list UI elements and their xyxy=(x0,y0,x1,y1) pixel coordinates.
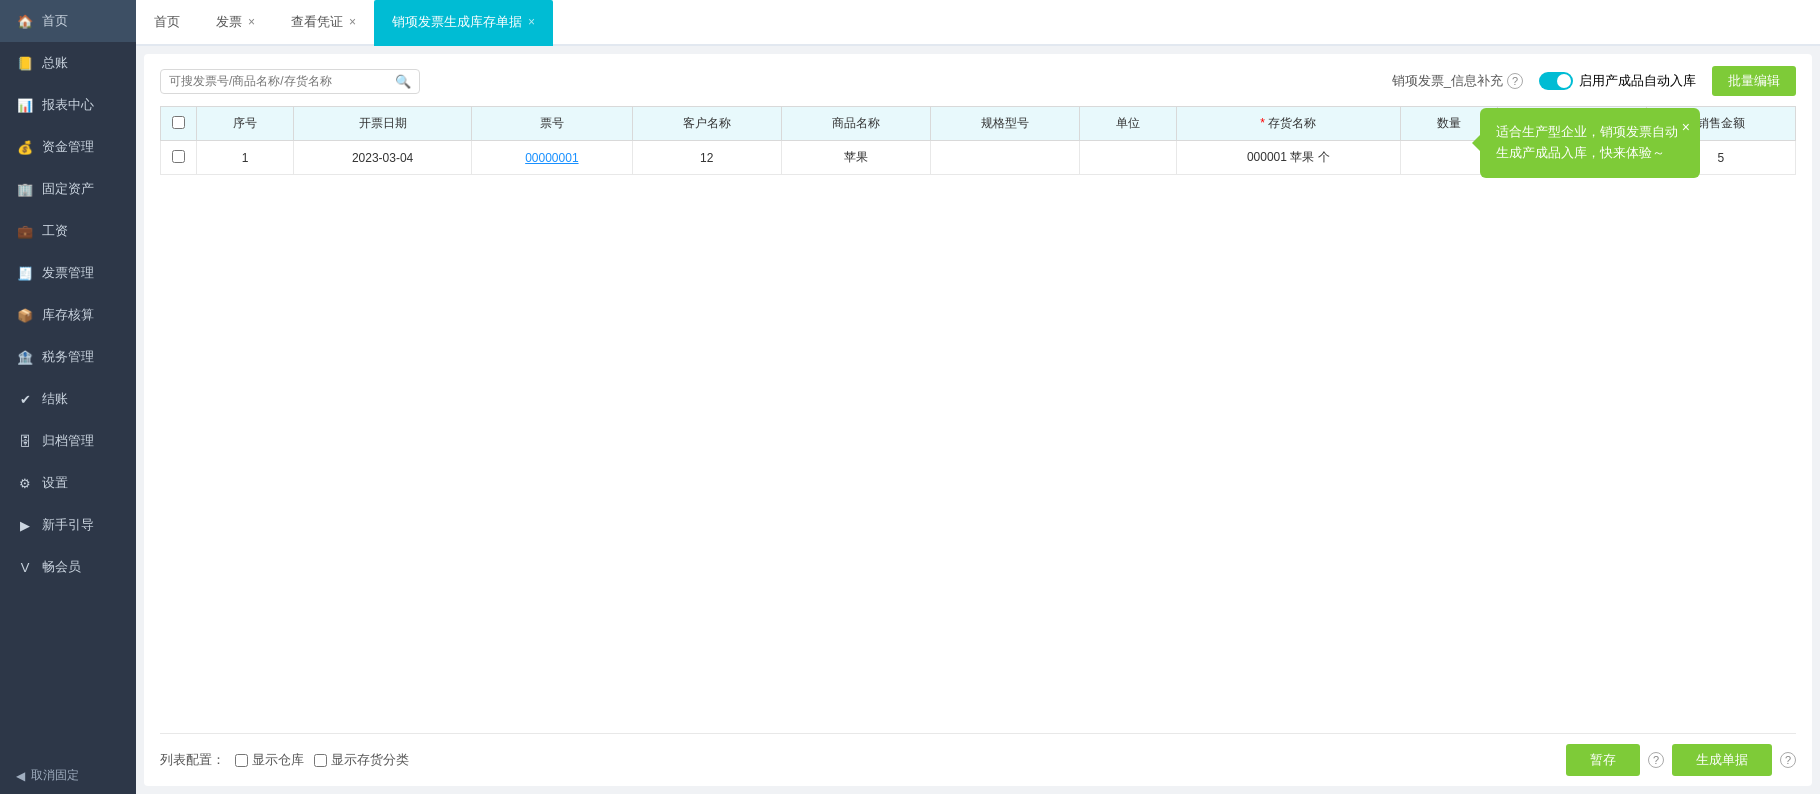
sidebar-item-fund[interactable]: 💰 资金管理 xyxy=(0,126,136,168)
list-config: 列表配置： 显示仓库 显示存货分类 xyxy=(160,751,409,769)
row-date: 2023-03-04 xyxy=(294,141,472,175)
info-help-icon[interactable]: ? xyxy=(1507,73,1523,89)
ticket-link[interactable]: 00000001 xyxy=(525,151,578,165)
show-inventory-category-checkbox[interactable]: 显示存货分类 xyxy=(314,751,409,769)
tab-home[interactable]: 首页 xyxy=(136,0,198,46)
sidebar: 🏠 首页 📒 总账 📊 报表中心 💰 资金管理 🏢 固定资产 💼 工资 🧾 发票… xyxy=(0,0,136,794)
col-unit: 单位 xyxy=(1079,107,1176,141)
sidebar-item-close-account[interactable]: ✔ 结账 xyxy=(0,378,136,420)
row-unit xyxy=(1079,141,1176,175)
sidebar-item-archive[interactable]: 🗄 归档管理 xyxy=(0,420,136,462)
report-icon: 📊 xyxy=(16,96,34,114)
auto-warehouse-toggle[interactable] xyxy=(1539,72,1573,90)
sidebar-item-tax[interactable]: 🏦 税务管理 xyxy=(0,336,136,378)
sidebar-item-invoice[interactable]: 🧾 发票管理 xyxy=(0,252,136,294)
sidebar-item-member[interactable]: V 畅会员 xyxy=(0,546,136,588)
sidebar-item-ledger[interactable]: 📒 总账 xyxy=(0,42,136,84)
sidebar-item-inventory[interactable]: 📦 库存核算 xyxy=(0,294,136,336)
search-input[interactable] xyxy=(169,74,389,88)
col-inventory-name: * 存货名称 xyxy=(1176,107,1400,141)
inventory-icon: 📦 xyxy=(16,306,34,324)
settings-icon: ⚙ xyxy=(16,474,34,492)
row-checkbox-cell xyxy=(161,141,197,175)
show-warehouse-checkbox[interactable]: 显示仓库 xyxy=(235,751,304,769)
col-product-name: 商品名称 xyxy=(781,107,930,141)
tab-inventory-doc-close[interactable]: × xyxy=(528,15,535,29)
sidebar-item-salary[interactable]: 💼 工资 xyxy=(0,210,136,252)
topbar: 🔍 销项发票_信息补充 ? 启用产成品自动入库 批量编辑 xyxy=(160,66,1796,96)
generate-help-icon[interactable]: ? xyxy=(1780,752,1796,768)
row-inventory-name: 000001 苹果 个 xyxy=(1176,141,1400,175)
sidebar-item-report[interactable]: 📊 报表中心 xyxy=(0,84,136,126)
sidebar-pin-toggle[interactable]: ◀ 取消固定 xyxy=(0,757,136,794)
tab-bar: 首页 发票 × 查看凭证 × 销项发票生成库存单据 × xyxy=(136,0,1820,46)
sidebar-item-guide[interactable]: ▶ 新手引导 xyxy=(0,504,136,546)
tooltip-close-button[interactable]: × xyxy=(1682,116,1690,138)
asset-icon: 🏢 xyxy=(16,180,34,198)
col-date: 开票日期 xyxy=(294,107,472,141)
col-customer: 客户名称 xyxy=(632,107,781,141)
batch-edit-button[interactable]: 批量编辑 xyxy=(1712,66,1796,96)
row-seq: 1 xyxy=(197,141,294,175)
row-checkbox[interactable] xyxy=(172,150,185,163)
tab-invoice[interactable]: 发票 × xyxy=(198,0,273,46)
row-ticket-no: 00000001 xyxy=(472,141,633,175)
sidebar-item-home[interactable]: 🏠 首页 xyxy=(0,0,136,42)
tax-icon: 🏦 xyxy=(16,348,34,366)
required-star: * xyxy=(1260,116,1265,130)
tab-invoice-close[interactable]: × xyxy=(248,15,255,29)
tab-inventory-doc[interactable]: 销项发票生成库存单据 × xyxy=(374,0,553,46)
row-spec xyxy=(930,141,1079,175)
fund-icon: 💰 xyxy=(16,138,34,156)
save-button[interactable]: 暂存 xyxy=(1566,744,1640,776)
sidebar-item-asset[interactable]: 🏢 固定资产 xyxy=(0,168,136,210)
toggle-area: 启用产成品自动入库 xyxy=(1539,72,1696,90)
row-customer: 12 xyxy=(632,141,781,175)
data-table-wrap: 序号 开票日期 票号 客户名称 商品名称 规格型号 单位 * 存货名称 数量 税… xyxy=(160,106,1796,733)
info-label: 销项发票_信息补充 ? xyxy=(1392,72,1523,90)
home-icon: 🏠 xyxy=(16,12,34,30)
save-help-icon[interactable]: ? xyxy=(1648,752,1664,768)
col-spec: 规格型号 xyxy=(930,107,1079,141)
pin-icon: ◀ xyxy=(16,769,25,783)
col-ticket-no: 票号 xyxy=(472,107,633,141)
bottom-bar: 列表配置： 显示仓库 显示存货分类 暂存 ? 生成单据 ? xyxy=(160,733,1796,786)
select-all-checkbox[interactable] xyxy=(172,116,185,129)
invoice-icon: 🧾 xyxy=(16,264,34,282)
col-seq: 序号 xyxy=(197,107,294,141)
search-icon[interactable]: 🔍 xyxy=(395,74,411,89)
member-icon: V xyxy=(16,558,34,576)
tooltip-popup: × 适合生产型企业，销项发票自动生成产成品入库，快来体验～ xyxy=(1480,108,1700,178)
guide-icon: ▶ xyxy=(16,516,34,534)
salary-icon: 💼 xyxy=(16,222,34,240)
sidebar-item-settings[interactable]: ⚙ 设置 xyxy=(0,462,136,504)
tab-voucher[interactable]: 查看凭证 × xyxy=(273,0,374,46)
archive-icon: 🗄 xyxy=(16,432,34,450)
ledger-icon: 📒 xyxy=(16,54,34,72)
close-account-icon: ✔ xyxy=(16,390,34,408)
generate-button[interactable]: 生成单据 xyxy=(1672,744,1772,776)
tab-voucher-close[interactable]: × xyxy=(349,15,356,29)
row-product-name: 苹果 xyxy=(781,141,930,175)
col-checkbox xyxy=(161,107,197,141)
topbar-right: 销项发票_信息补充 ? 启用产成品自动入库 批量编辑 xyxy=(1392,66,1796,96)
bottom-actions: 暂存 ? 生成单据 ? xyxy=(1566,744,1796,776)
search-box[interactable]: 🔍 xyxy=(160,69,420,94)
